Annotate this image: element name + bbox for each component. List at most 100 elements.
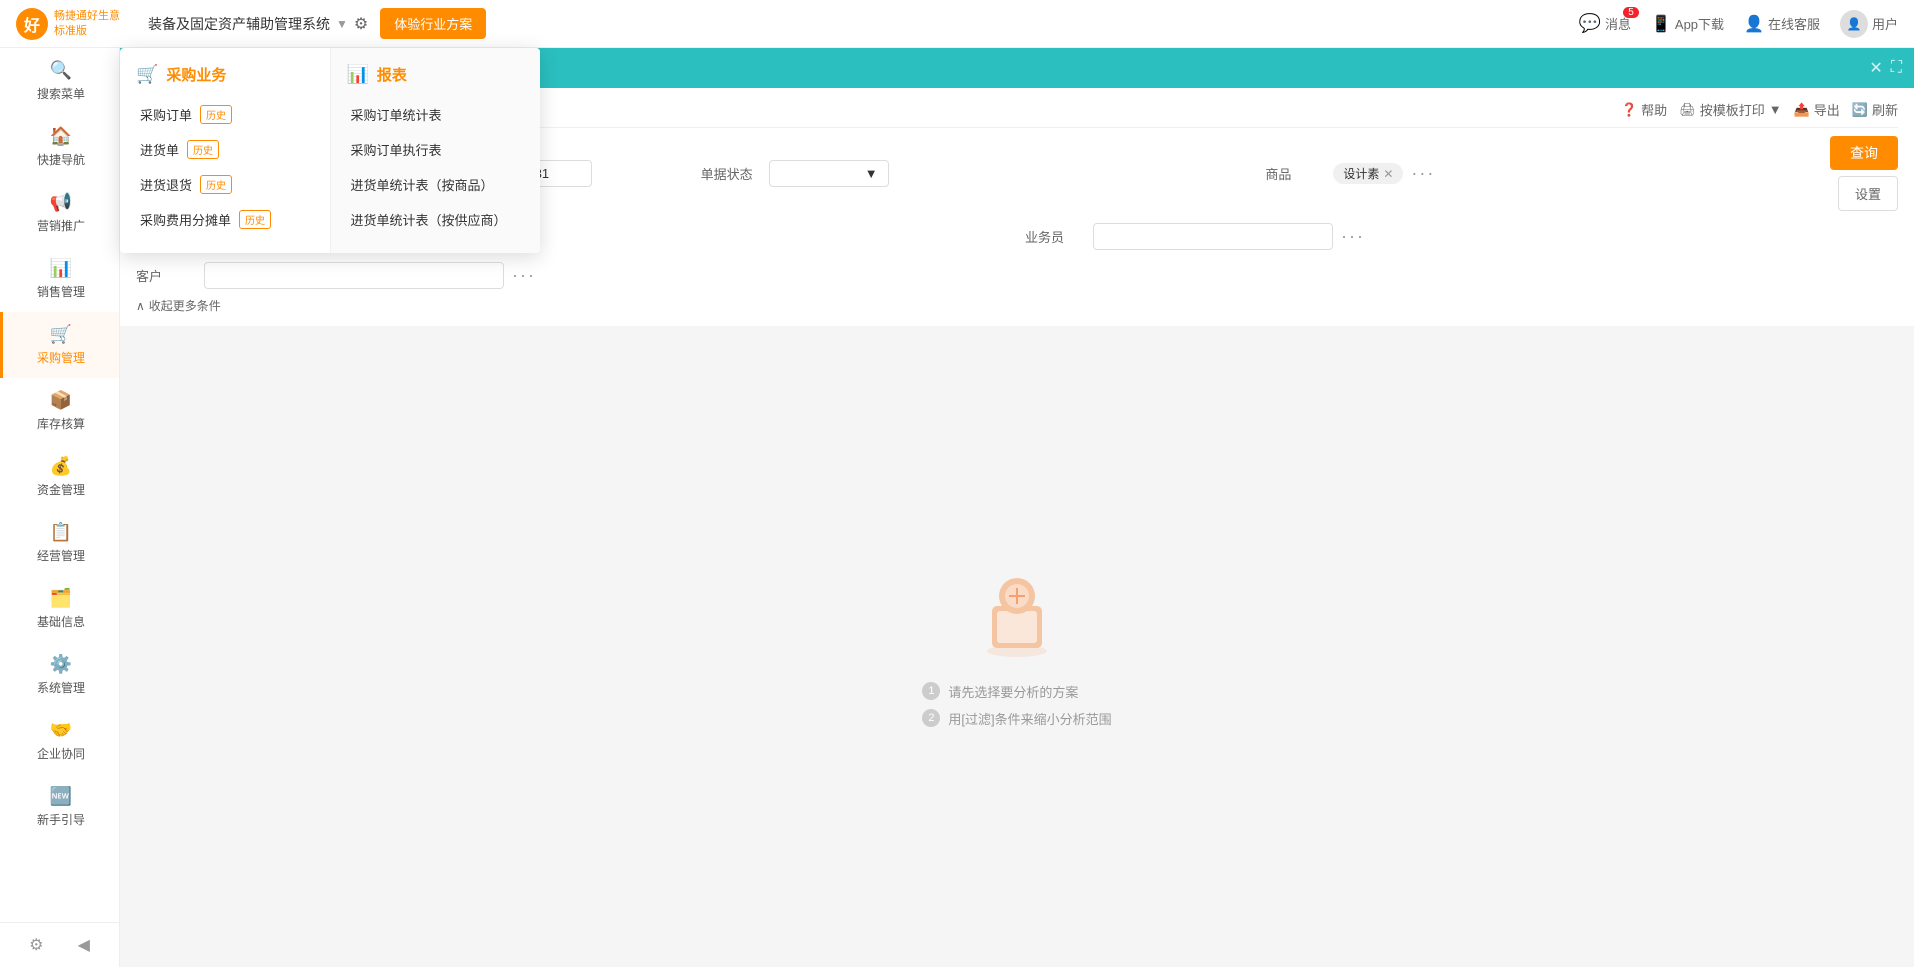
menu-incoming-label: 进货单 [140,140,179,159]
doc-status-select[interactable]: ▼ [769,160,889,187]
app-icon: 📱 [1651,14,1671,34]
sidebar-item-quicknav-label: 快捷导航 [37,151,85,168]
industry-button[interactable]: 体验行业方案 [380,8,486,39]
message-action[interactable]: 💬 消息 5 [1579,13,1631,34]
sidebar-item-search[interactable]: 🔍 搜索菜单 [0,48,119,114]
refresh-action[interactable]: 🔄 刷新 [1852,100,1898,119]
customer-input[interactable] [204,262,504,289]
menu-incoming-stats-supplier-label: 进货单统计表（按供应商） [351,210,507,229]
sidebar-item-capital-label: 资金管理 [37,481,85,498]
menu-item-incoming-stats-supplier[interactable]: 进货单统计表（按供应商） [347,202,525,237]
enterprise-icon: 🤝 [50,720,72,741]
query-button[interactable]: 查询 [1830,136,1898,170]
empty-illustration [967,566,1067,666]
menu-item-incoming-stats-goods[interactable]: 进货单统计表（按商品） [347,167,525,202]
sidebar-item-purchase-label: 采购管理 [37,349,85,366]
header-left: 好 畅捷通好生意 标准版 装备及固定资产辅助管理系统 ▼ ⚙ 体验行业方案 [16,8,486,40]
doc-status-dropdown-icon: ▼ [865,166,878,181]
customer-more-icon[interactable]: ··· [512,265,536,286]
message-icon: 💬 [1579,13,1601,34]
menu-reports-title: 报表 [377,64,407,85]
service-icon: 👤 [1744,14,1764,34]
menu-col-reports: 📊 报表 采购订单统计表 采购订单执行表 进货单统计表（按商品） 进货单统计表（… [330,48,541,253]
user-action[interactable]: 👤 用户 [1840,10,1898,38]
menu-item-purchase-order[interactable]: 采购订单 历史 [136,97,314,132]
return-history-badge: 历史 [200,175,232,194]
header-right: 💬 消息 5 📱 App下载 👤 在线客服 👤 用户 [1579,10,1898,38]
help-icon: ❓ [1621,102,1637,118]
refresh-label: 刷新 [1872,100,1898,119]
menu-purchase-order-label: 采购订单 [140,105,192,124]
collapse-up-icon: ∧ [136,299,145,313]
settings-bottom-icon[interactable]: ⚙ [29,935,43,955]
tip-2-num: 2 [922,709,940,727]
system-icon: ⚙️ [50,654,72,675]
doc-status-label: 单据状态 [701,164,761,183]
menu-reports-icon: 📊 [347,64,369,85]
logo-icon: 好 [16,8,48,40]
salesperson-field: 业务员 ··· [1025,223,1898,250]
sidebar-item-purchase[interactable]: 🛒 采购管理 [0,312,119,378]
menu-item-incoming[interactable]: 进货单 历史 [136,132,314,167]
user-label: 用户 [1872,14,1898,33]
menu-col-business: 🛒 采购业务 采购订单 历史 进货单 历史 进货退货 历史 采购费用分摊单 历史 [120,48,330,253]
tip-2-text: 用[过滤]条件来缩小分析范围 [948,709,1111,728]
sidebar-item-system-label: 系统管理 [37,679,85,696]
top-header: 好 畅捷通好生意 标准版 装备及固定资产辅助管理系统 ▼ ⚙ 体验行业方案 💬 … [0,0,1914,48]
sidebar-item-inventory-label: 库存核算 [37,415,85,432]
menu-item-order-stats[interactable]: 采购订单统计表 [347,97,525,132]
sidebar-item-sales-label: 销售管理 [37,283,85,300]
sidebar-item-sales[interactable]: 📊 销售管理 [0,246,119,312]
empty-state: 1 请先选择要分析的方案 2 用[过滤]条件来缩小分析范围 [120,326,1914,967]
export-label: 导出 [1814,100,1840,119]
tab-maximize-icon[interactable]: ⛶ [1891,59,1902,77]
menu-item-order-exec[interactable]: 采购订单执行表 [347,132,525,167]
sidebar-item-guide[interactable]: 🆕 新手引导 [0,774,119,840]
system-title-area: 装备及固定资产辅助管理系统 ▼ ⚙ [148,14,368,34]
sidebar: 🔍 搜索菜单 🏠 快捷导航 📢 营销推广 📊 销售管理 🛒 采购管理 📦 [0,48,120,967]
home-icon: 🏠 [50,126,72,147]
system-dropdown-icon[interactable]: ▼ [336,17,348,31]
salesperson-label: 业务员 [1025,227,1085,246]
goods-more-icon[interactable]: ··· [1411,163,1435,184]
export-action[interactable]: 📤 导出 [1794,100,1840,119]
tab-close-window-icon[interactable]: ✕ [1869,58,1882,78]
online-service-action[interactable]: 👤 在线客服 [1744,14,1820,34]
tab-window-buttons: ✕ ⛶ [1869,58,1902,78]
sidebar-item-capital[interactable]: 💰 资金管理 [0,444,119,510]
menu-item-return[interactable]: 进货退货 历史 [136,167,314,202]
app-label: App下载 [1675,14,1724,33]
purchase-order-history-badge: 历史 [200,105,232,124]
menu-business-header: 🛒 采购业务 [136,64,314,85]
sidebar-nav: 🔍 搜索菜单 🏠 快捷导航 📢 营销推广 📊 销售管理 🛒 采购管理 📦 [0,48,119,840]
salesperson-more-icon[interactable]: ··· [1341,226,1365,247]
goods-tag-close-icon[interactable]: ✕ [1383,167,1393,181]
menu-incoming-stats-goods-label: 进货单统计表（按商品） [351,175,494,194]
menu-item-cost-share[interactable]: 采购费用分摊单 历史 [136,202,314,237]
sidebar-item-enterprise[interactable]: 🤝 企业协同 [0,708,119,774]
collapse-sidebar-icon[interactable]: ◀ [78,935,90,955]
collapse-button[interactable]: ∧ 收起更多条件 [136,297,1898,314]
sidebar-item-basicinfo[interactable]: 🗂️ 基础信息 [0,576,119,642]
print-action[interactable]: 🖨 按模板打印 ▼ [1679,100,1781,119]
capital-icon: 💰 [50,456,72,477]
empty-tip-1: 1 请先选择要分析的方案 [922,682,1111,701]
sidebar-item-marketing[interactable]: 📢 营销推广 [0,180,119,246]
menu-order-stats-label: 采购订单统计表 [351,105,442,124]
help-action[interactable]: ❓ 帮助 [1621,100,1667,119]
system-title: 装备及固定资产辅助管理系统 [148,14,330,34]
sidebar-item-system[interactable]: ⚙️ 系统管理 [0,642,119,708]
customer-field: 客户 ··· [136,262,1898,289]
system-settings-icon[interactable]: ⚙ [354,14,368,34]
menu-reports-header: 📊 报表 [347,64,525,85]
app-download-action[interactable]: 📱 App下载 [1651,14,1724,34]
salesperson-input[interactable] [1093,223,1333,250]
inventory-icon: 📦 [50,390,72,411]
tip-1-text: 请先选择要分析的方案 [948,682,1078,701]
sidebar-item-enterprise-label: 企业协同 [37,745,85,762]
settings-button[interactable]: 设置 [1838,176,1898,211]
sidebar-item-quicknav[interactable]: 🏠 快捷导航 [0,114,119,180]
search-icon: 🔍 [50,60,72,81]
sidebar-item-operation[interactable]: 📋 经营管理 [0,510,119,576]
sidebar-item-inventory[interactable]: 📦 库存核算 [0,378,119,444]
